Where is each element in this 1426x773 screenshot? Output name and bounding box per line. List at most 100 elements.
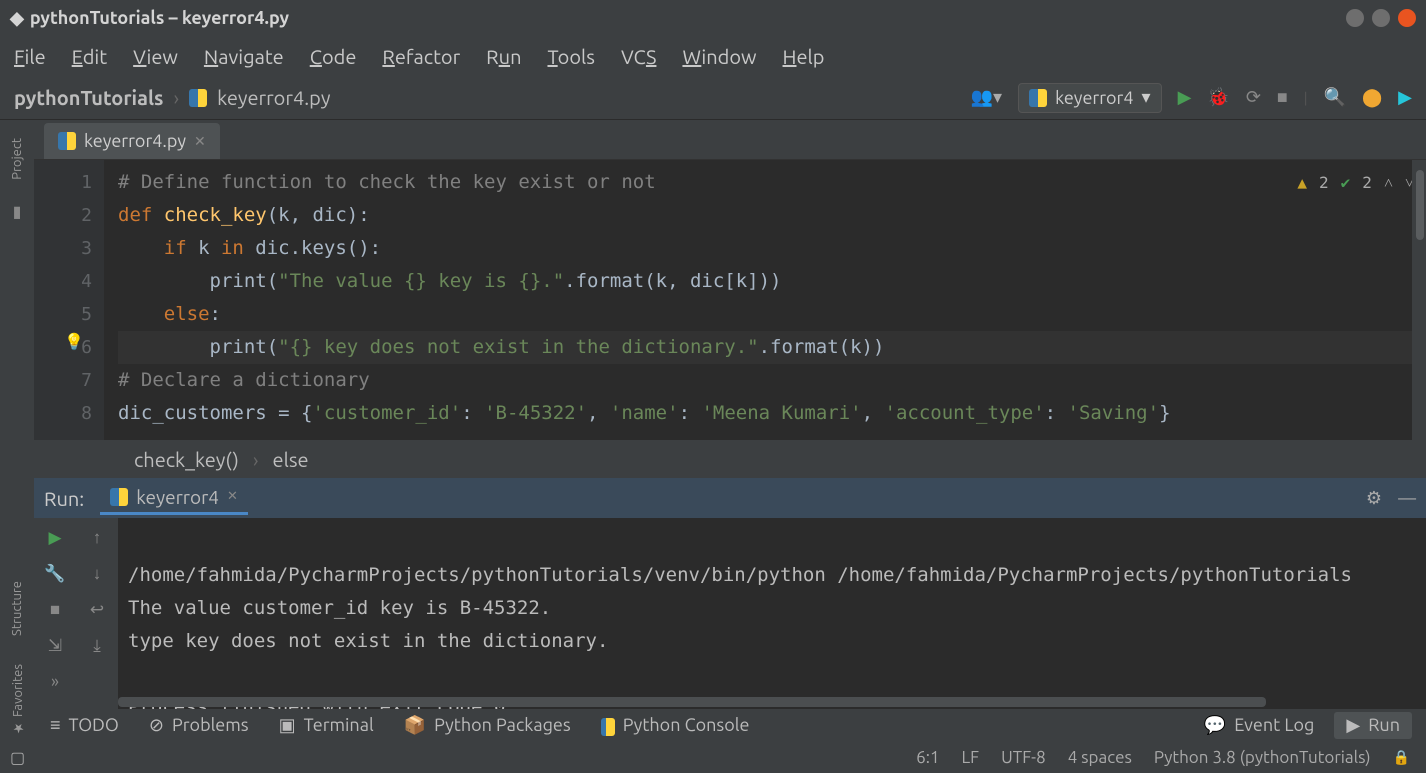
status-bar: ▢ 6:1 LF UTF-8 4 spaces Python 3.8 (pyth…: [0, 741, 1426, 773]
run-actions-col1: ▶ 🔧 ■ ⇲ »: [34, 518, 76, 709]
menu-tools[interactable]: Tools: [547, 45, 595, 68]
tab-problems[interactable]: ⊘Problems: [149, 715, 249, 736]
close-button[interactable]: [1398, 9, 1416, 27]
status-interpreter[interactable]: Python 3.8 (pythonTutorials): [1154, 748, 1371, 767]
tab-event-log[interactable]: 💬Event Log: [1204, 712, 1315, 739]
close-tab-icon[interactable]: ✕: [194, 133, 206, 150]
tool-favorites[interactable]: ★ Favorites: [10, 658, 25, 741]
folder-icon[interactable]: ▮: [13, 202, 22, 221]
python-file-icon: [1029, 89, 1047, 107]
tab-python-console[interactable]: Python Console: [601, 715, 750, 736]
tool-window-toggle-icon[interactable]: ▢: [10, 748, 25, 767]
maximize-button[interactable]: [1372, 9, 1390, 27]
titlebar: ◆ pythonTutorials – keyerror4.py: [0, 0, 1426, 36]
editor-tabs: keyerror4.py ✕: [34, 120, 1426, 160]
editor-tab-keyerror4[interactable]: keyerror4.py ✕: [44, 123, 220, 159]
run-tool-header: Run: keyerror4 ✕ ⚙ —: [34, 478, 1426, 518]
run-actions-col2: ↑ ↓ ↩ ⤓: [76, 518, 118, 709]
update-icon[interactable]: ⬤: [1362, 87, 1382, 108]
check-icon: ✔: [1341, 166, 1351, 199]
scrollbar-thumb[interactable]: [1416, 170, 1424, 240]
menu-file[interactable]: File: [14, 45, 46, 68]
intention-bulb-icon[interactable]: 💡: [64, 325, 84, 358]
minimize-button[interactable]: [1346, 9, 1364, 27]
bottom-tool-tabs: ≡TODO ⊘Problems ▣Terminal 📦Python Packag…: [34, 709, 1426, 741]
gutter: 1 2 3 4 5 6 7 8: [34, 160, 104, 440]
breadcrumb-fn[interactable]: check_key(): [134, 448, 239, 471]
inspections-indicator[interactable]: ▲2 ✔2 ˄ ˅: [1297, 166, 1414, 199]
run-output[interactable]: /home/fahmida/PycharmProjects/pythonTuto…: [118, 518, 1426, 709]
menu-run[interactable]: Run: [486, 45, 521, 68]
tab-python-packages[interactable]: 📦Python Packages: [404, 715, 571, 736]
python-file-icon: [110, 488, 128, 506]
up-icon[interactable]: ˄: [1384, 166, 1393, 199]
coverage-button[interactable]: ⟳: [1246, 87, 1261, 108]
chevron-right-icon: ›: [253, 448, 259, 471]
output-line: The value customer_id key is B-45322.: [128, 597, 551, 619]
menu-navigate[interactable]: Navigate: [204, 45, 284, 68]
menu-help[interactable]: Help: [783, 45, 825, 68]
chevron-down-icon: ▾: [1142, 87, 1151, 108]
minimize-panel-icon[interactable]: —: [1398, 488, 1416, 509]
exit-icon[interactable]: ⇲: [48, 636, 62, 656]
tab-todo[interactable]: ≡TODO: [50, 715, 119, 736]
up-arrow-icon[interactable]: ↑: [93, 528, 102, 548]
code-area[interactable]: 💡 # Define function to check the key exi…: [104, 160, 1426, 440]
ide-services-icon[interactable]: ▶: [1398, 87, 1412, 108]
output-line: /home/fahmida/PycharmProjects/pythonTuto…: [128, 564, 1352, 586]
code-with-me-icon[interactable]: 👥▾: [971, 87, 1002, 108]
status-encoding[interactable]: UTF-8: [1001, 748, 1046, 767]
python-file-icon: [189, 89, 207, 107]
output-line: type key does not exist in the dictionar…: [128, 630, 608, 652]
tool-project[interactable]: Project: [10, 132, 24, 186]
breadcrumb-branch[interactable]: else: [273, 448, 309, 471]
tool-structure[interactable]: Structure: [10, 575, 24, 642]
breadcrumb-file[interactable]: keyerror4.py: [217, 86, 330, 109]
run-config-select[interactable]: keyerror4 ▾: [1018, 83, 1161, 113]
soft-wrap-icon[interactable]: ↩: [90, 600, 104, 620]
rerun-icon[interactable]: ▶: [48, 528, 61, 548]
code-breadcrumb: check_key() › else: [34, 440, 1426, 478]
tab-terminal[interactable]: ▣Terminal: [279, 715, 374, 736]
run-tab-keyerror4[interactable]: keyerror4 ✕: [100, 482, 248, 515]
navigation-bar: pythonTutorials › keyerror4.py 👥▾ keyerr…: [0, 76, 1426, 120]
editor[interactable]: 1 2 3 4 5 6 7 8 💡 # Define function to c…: [34, 160, 1426, 440]
run-tool-window: ▶ 🔧 ■ ⇲ » ↑ ↓ ↩ ⤓ /home/fahmida/PycharmP…: [34, 518, 1426, 709]
warning-icon: ▲: [1297, 166, 1307, 199]
search-icon[interactable]: 🔍: [1324, 87, 1346, 108]
editor-tab-label: keyerror4.py: [84, 131, 186, 151]
status-cursor[interactable]: 6:1: [916, 748, 939, 767]
run-label: Run:: [44, 487, 84, 510]
debug-button[interactable]: 🐞: [1207, 87, 1229, 108]
breadcrumb-project[interactable]: pythonTutorials: [14, 86, 163, 109]
lock-icon[interactable]: 🔒: [1393, 749, 1410, 766]
run-button[interactable]: ▶: [1178, 87, 1192, 108]
menu-refactor[interactable]: Refactor: [382, 45, 460, 68]
menu-view[interactable]: View: [133, 45, 178, 68]
menu-window[interactable]: Window: [682, 45, 756, 68]
stop-icon[interactable]: ■: [50, 600, 60, 620]
down-arrow-icon[interactable]: ↓: [93, 564, 102, 584]
status-indent[interactable]: 4 spaces: [1068, 748, 1132, 767]
scroll-to-end-icon[interactable]: ⤓: [93, 636, 101, 656]
menu-vcs[interactable]: VCS: [621, 45, 656, 68]
menubar: File Edit View Navigate Code Refactor Ru…: [0, 36, 1426, 76]
run-config-name: keyerror4: [1055, 88, 1133, 108]
gear-icon[interactable]: ⚙: [1366, 488, 1382, 509]
chevron-right-icon: ›: [173, 86, 179, 109]
close-run-tab-icon[interactable]: ✕: [227, 489, 238, 504]
editor-scrollbar[interactable]: [1412, 160, 1426, 440]
tab-run[interactable]: ▶Run: [1334, 712, 1412, 739]
left-tool-strip: Project ▮ Structure ★ Favorites: [0, 120, 34, 741]
app-icon: ◆: [10, 8, 24, 29]
stop-button[interactable]: ■: [1277, 87, 1288, 108]
run-tab-label: keyerror4: [136, 486, 219, 508]
menu-edit[interactable]: Edit: [72, 45, 107, 68]
wrench-icon[interactable]: 🔧: [44, 564, 65, 584]
python-file-icon: [58, 132, 76, 150]
window-title: pythonTutorials – keyerror4.py: [30, 8, 289, 28]
menu-code[interactable]: Code: [310, 45, 357, 68]
more-icon[interactable]: »: [51, 672, 59, 691]
status-line-sep[interactable]: LF: [962, 748, 980, 767]
output-h-scrollbar[interactable]: [118, 697, 1266, 707]
